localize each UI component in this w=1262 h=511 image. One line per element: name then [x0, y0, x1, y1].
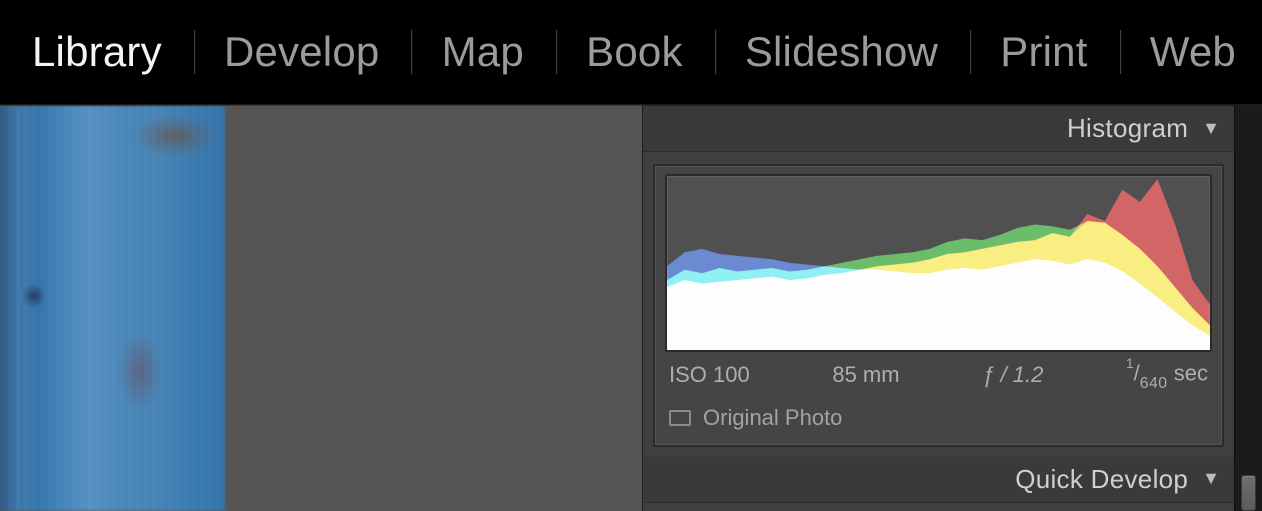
photo-preview	[0, 106, 225, 511]
right-rail: Histogram ▼ ISO 100 85 mm ƒ / 1.2	[642, 105, 1262, 511]
exif-row: ISO 100 85 mm ƒ / 1.2 1/640 sec	[655, 358, 1222, 399]
exif-shutter-suffix: sec	[1174, 360, 1208, 385]
chevron-down-icon: ▼	[1202, 119, 1220, 137]
right-panel-stack: Histogram ▼ ISO 100 85 mm ƒ / 1.2	[642, 105, 1234, 511]
panel-title: Histogram	[1067, 113, 1188, 144]
module-develop[interactable]: Develop	[220, 28, 384, 76]
original-photo-label: Original Photo	[703, 405, 842, 431]
exif-focal: 85 mm	[832, 362, 899, 388]
exif-aperture: ƒ / 1.2	[982, 362, 1043, 388]
module-map[interactable]: Map	[438, 28, 528, 76]
exif-shutter: 1/640 sec	[1126, 360, 1208, 391]
panel-header-histogram[interactable]: Histogram ▼	[643, 106, 1234, 152]
histogram-svg	[667, 176, 1210, 350]
exif-shutter-den: 640	[1140, 375, 1168, 392]
histogram-plot[interactable]	[665, 174, 1212, 352]
original-photo-row[interactable]: Original Photo	[655, 399, 1222, 437]
module-library[interactable]: Library	[28, 28, 166, 76]
module-slideshow[interactable]: Slideshow	[741, 28, 942, 76]
histogram-panel: ISO 100 85 mm ƒ / 1.2 1/640 sec Original…	[643, 152, 1234, 457]
panel-title: Quick Develop	[1015, 464, 1188, 495]
exif-iso: ISO 100	[669, 362, 750, 388]
module-picker: Library Develop Map Book Slideshow Print…	[0, 0, 1262, 105]
module-web[interactable]: Web	[1146, 28, 1240, 76]
module-print[interactable]: Print	[996, 28, 1091, 76]
histogram-frame: ISO 100 85 mm ƒ / 1.2 1/640 sec Original…	[653, 164, 1224, 447]
scrollbar-thumb[interactable]	[1241, 475, 1256, 511]
app-root: Library Develop Map Book Slideshow Print…	[0, 0, 1262, 511]
original-photo-icon	[669, 410, 691, 426]
content-row: Histogram ▼ ISO 100 85 mm ƒ / 1.2	[0, 105, 1262, 511]
chevron-down-icon: ▼	[1202, 469, 1220, 487]
right-scrollbar[interactable]	[1234, 105, 1262, 511]
exif-shutter-num: 1	[1126, 356, 1134, 371]
image-viewer[interactable]	[0, 105, 642, 511]
module-book[interactable]: Book	[582, 28, 687, 76]
panel-header-quick-develop[interactable]: Quick Develop ▼	[643, 457, 1234, 503]
